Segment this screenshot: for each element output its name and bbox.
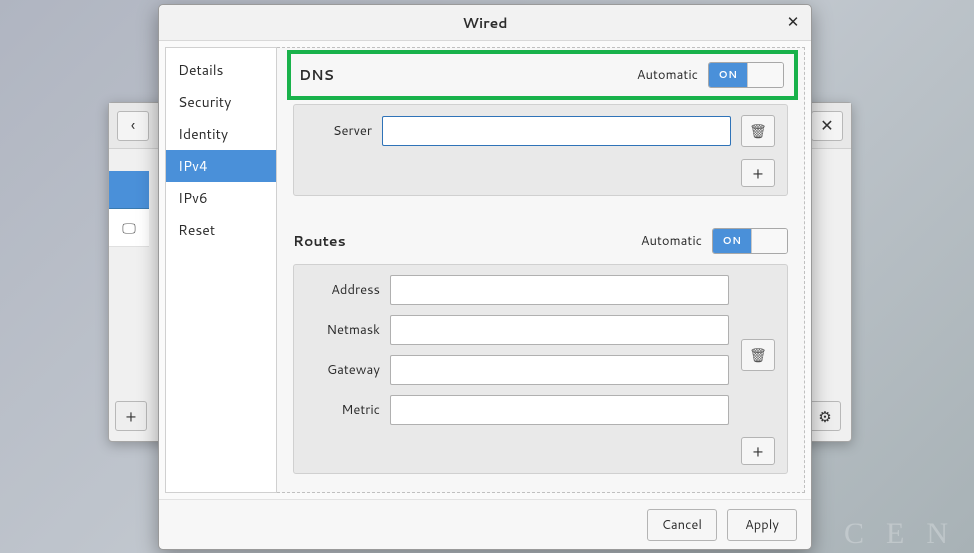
sidebar-item-security[interactable]: Security [166, 86, 276, 118]
sidebar: Details Security Identity IPv4 IPv6 Rese… [165, 47, 277, 493]
content-area: DNS Automatic ON Server 🗑 + [277, 47, 805, 493]
route-metric-input[interactable] [390, 395, 729, 425]
routes-automatic-label: Automatic [641, 232, 702, 250]
wired-dialog: Wired ✕ Details Security Identity IPv4 I… [158, 4, 812, 550]
window-title: Wired [463, 13, 508, 33]
background-close-button[interactable]: ✕ [811, 111, 843, 141]
dns-server-label: Server [306, 122, 372, 140]
plus-icon: + [753, 162, 764, 185]
sidebar-item-ipv4[interactable]: IPv4 [166, 150, 276, 182]
background-gear-button[interactable]: ⚙ [809, 401, 841, 431]
route-address-input[interactable] [390, 275, 729, 305]
background-add-button[interactable]: + [115, 401, 147, 431]
routes-automatic-toggle[interactable]: ON [712, 228, 788, 254]
watermark-text: CEN [844, 517, 970, 551]
dns-add-button[interactable]: + [741, 159, 775, 187]
chevron-left-icon: ‹ [131, 114, 135, 137]
plus-icon: + [753, 440, 764, 463]
dialog-footer: Cancel Apply [159, 499, 811, 549]
close-icon: ✕ [820, 114, 833, 137]
route-gateway-input[interactable] [390, 355, 729, 385]
routes-section-header: Routes Automatic ON [293, 224, 788, 264]
sidebar-item-identity[interactable]: Identity [166, 118, 276, 150]
route-metric-label: Metric [306, 401, 380, 419]
background-sidebar: 🖵 [109, 171, 149, 247]
route-add-button[interactable]: + [741, 437, 775, 465]
routes-title: Routes [293, 231, 346, 251]
dns-automatic-toggle[interactable]: ON [708, 62, 784, 88]
sidebar-item-reset[interactable]: Reset [166, 214, 276, 246]
sidebar-item-details[interactable]: Details [166, 54, 276, 86]
route-gateway-label: Gateway [306, 361, 380, 379]
close-icon: ✕ [787, 11, 800, 32]
toggle-knob [747, 63, 783, 87]
trash-icon: 🗑 [749, 121, 767, 141]
monitor-icon: 🖵 [122, 218, 136, 238]
background-active-strip [109, 171, 149, 209]
trash-icon: 🗑 [749, 345, 767, 365]
titlebar: Wired ✕ [159, 5, 811, 41]
dns-server-delete-button[interactable]: 🗑 [741, 115, 775, 147]
toggle-on-label: ON [709, 63, 747, 87]
gear-icon: ⚙ [818, 406, 831, 427]
toggle-knob [751, 229, 787, 253]
cancel-button[interactable]: Cancel [647, 509, 717, 541]
dns-title: DNS [299, 65, 334, 85]
dns-panel: Server 🗑 + [293, 104, 788, 196]
background-row: 🖵 [109, 209, 149, 247]
plus-icon: + [126, 405, 137, 428]
routes-panel: Address Netmask Gateway Metric [293, 264, 788, 474]
route-address-label: Address [306, 281, 380, 299]
back-button[interactable]: ‹ [117, 111, 149, 141]
route-netmask-input[interactable] [390, 315, 729, 345]
close-button[interactable]: ✕ [785, 13, 801, 29]
dns-automatic-label: Automatic [637, 66, 698, 84]
toggle-on-label: ON [713, 229, 751, 253]
dns-section-header: DNS Automatic ON [293, 56, 792, 94]
apply-button[interactable]: Apply [727, 509, 797, 541]
dns-server-input[interactable] [382, 116, 731, 146]
route-delete-button[interactable]: 🗑 [741, 339, 775, 371]
route-netmask-label: Netmask [306, 321, 380, 339]
sidebar-item-ipv6[interactable]: IPv6 [166, 182, 276, 214]
